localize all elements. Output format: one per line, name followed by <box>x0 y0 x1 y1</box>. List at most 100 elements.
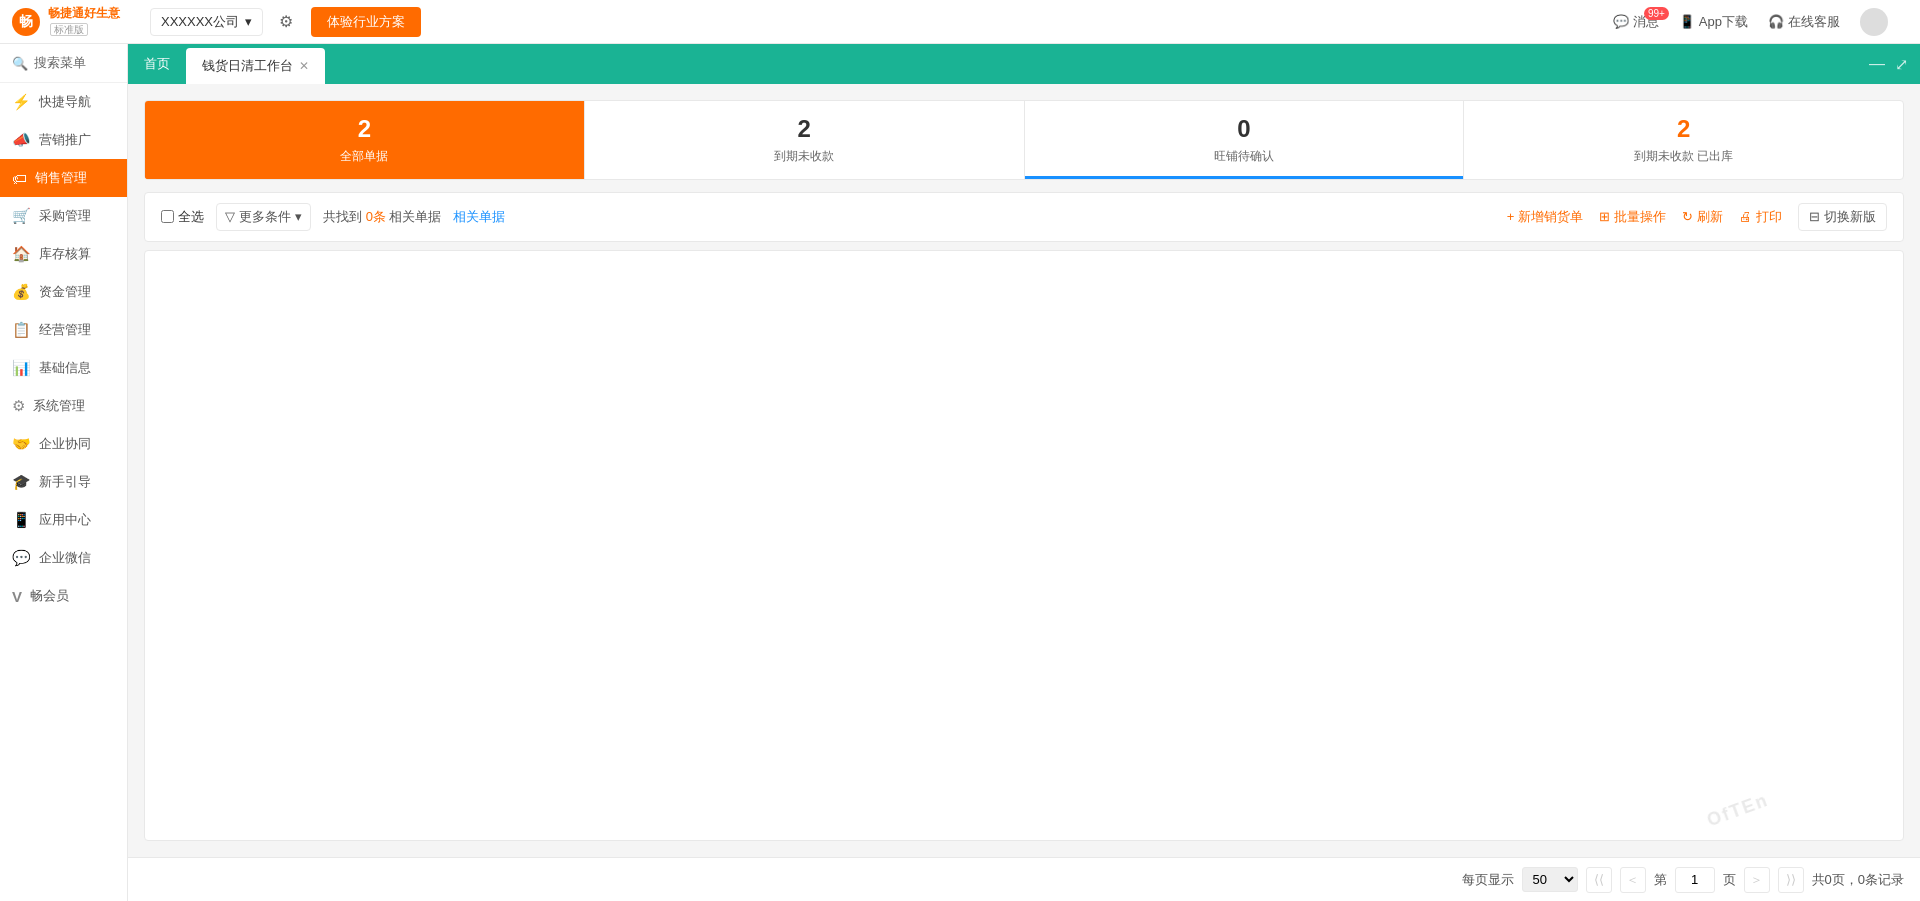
found-count: 0条 <box>366 209 386 224</box>
stat-all-orders[interactable]: 2 全部单据 <box>145 101 585 179</box>
table-area <box>144 250 1904 841</box>
download-icon: 📱 <box>1679 14 1695 29</box>
checkbox-input[interactable] <box>161 210 174 223</box>
operations-icon: 📋 <box>12 321 31 339</box>
minimize-icon[interactable]: — <box>1869 55 1885 73</box>
sidebar-item-quick-nav[interactable]: ⚡ 快捷导航 <box>0 83 127 121</box>
sidebar-item-basic-info[interactable]: 📊 基础信息 <box>0 349 127 387</box>
wechat-icon: 💬 <box>12 549 31 567</box>
add-order-button[interactable]: + 新增销货单 <box>1507 208 1583 226</box>
app-center-icon: 📱 <box>12 511 31 529</box>
funds-icon: 💰 <box>12 283 31 301</box>
next-page-button[interactable]: ＞ <box>1744 867 1770 893</box>
trial-button[interactable]: 体验行业方案 <box>311 7 421 37</box>
chevron-down-icon: ▾ <box>245 14 252 29</box>
prev-page-button[interactable]: ＜ <box>1620 867 1646 893</box>
sidebar-item-sales[interactable]: 🏷 销售管理 <box>0 159 127 197</box>
logo-area: 畅 畅捷通好生意 标准版 <box>12 6 140 38</box>
stat-wangpu-underline <box>1025 176 1464 179</box>
batch-icon: ⊞ <box>1599 209 1610 224</box>
last-page-button[interactable]: ⟩⟩ <box>1778 867 1804 893</box>
first-page-button[interactable]: ⟨⟨ <box>1586 867 1612 893</box>
tab-bar: 首页 钱货日清工作台 ✕ — ⤢ <box>128 44 1920 84</box>
chevron-down-icon: ▾ <box>295 209 302 224</box>
brand-name: 畅捷通好生意 <box>48 6 120 20</box>
inventory-icon: 🏠 <box>12 245 31 263</box>
stat-overdue-shipped-number: 2 <box>1484 115 1883 144</box>
message-icon: 💬 <box>1613 14 1629 29</box>
found-text: 共找到 0条 相关单据 <box>323 208 441 226</box>
stat-overdue-receivable[interactable]: 2 到期未收款 <box>585 101 1025 179</box>
search-icon: 🔍 <box>12 56 28 71</box>
batch-operation-button[interactable]: ⊞ 批量操作 <box>1599 208 1666 226</box>
marketing-icon: 📣 <box>12 131 31 149</box>
enterprise-icon: 🤝 <box>12 435 31 453</box>
sidebar-item-system[interactable]: ⚙ 系统管理 <box>0 387 127 425</box>
select-all-checkbox[interactable]: 全选 <box>161 208 204 226</box>
stat-overdue-shipped-label: 到期未收款 已出库 <box>1484 148 1883 165</box>
messages-button[interactable]: 💬 消息 99+ <box>1613 13 1659 31</box>
sidebar-item-app-center[interactable]: 📱 应用中心 <box>0 501 127 539</box>
stat-overdue-shipped[interactable]: 2 到期未收款 已出库 <box>1464 101 1903 179</box>
filter-icon: ▽ <box>225 209 235 224</box>
sidebar-item-enterprise[interactable]: 🤝 企业协同 <box>0 425 127 463</box>
stat-all-orders-label: 全部单据 <box>165 148 564 165</box>
app-tag: 标准版 <box>50 23 88 36</box>
sidebar-item-marketing[interactable]: 📣 营销推广 <box>0 121 127 159</box>
toolbar: 全选 ▽ 更多条件 ▾ 共找到 0条 相关单据 相关单据 + 新增销货单 <box>144 192 1904 242</box>
sidebar-item-inventory[interactable]: 🏠 库存核算 <box>0 235 127 273</box>
gear-icon: ⚙ <box>279 12 293 31</box>
page-summary: 共0页，0条记录 <box>1812 871 1904 889</box>
purchase-icon: 🛒 <box>12 207 31 225</box>
per-page-select[interactable]: 50 100 200 <box>1522 867 1578 892</box>
settings-button[interactable]: ⚙ <box>271 7 301 37</box>
avatar[interactable] <box>1860 8 1888 36</box>
header-right: 💬 消息 99+ 📱 App下载 🎧 在线客服 <box>1613 8 1908 36</box>
switch-icon: ⊟ <box>1809 209 1820 224</box>
per-page-label: 每页显示 <box>1462 871 1514 889</box>
tab-bar-actions: — ⤢ <box>1869 55 1920 74</box>
tab-cash-daily[interactable]: 钱货日清工作台 ✕ <box>186 48 325 84</box>
filter-button[interactable]: ▽ 更多条件 ▾ <box>216 203 311 231</box>
switch-version-button[interactable]: ⊟ 切换新版 <box>1798 203 1887 231</box>
basic-info-icon: 📊 <box>12 359 31 377</box>
page-input[interactable] <box>1675 867 1715 893</box>
service-icon: 🎧 <box>1768 14 1784 29</box>
main-content: 2 全部单据 2 到期未收款 0 旺铺待确认 2 到期未收款 已出库 <box>128 84 1920 857</box>
refresh-button[interactable]: ↻ 刷新 <box>1682 208 1723 226</box>
messages-badge: 99+ <box>1644 7 1669 20</box>
quick-nav-icon: ⚡ <box>12 93 31 111</box>
online-service-button[interactable]: 🎧 在线客服 <box>1768 13 1840 31</box>
sidebar-item-purchase[interactable]: 🛒 采购管理 <box>0 197 127 235</box>
sidebar-item-wechat[interactable]: 💬 企业微信 <box>0 539 127 577</box>
refresh-icon: ↻ <box>1682 209 1693 224</box>
sidebar-item-vip[interactable]: V 畅会员 <box>0 577 127 615</box>
stat-all-orders-number: 2 <box>165 115 564 144</box>
sidebar-item-funds[interactable]: 💰 资金管理 <box>0 273 127 311</box>
main-layout: 🔍 搜索菜单 ⚡ 快捷导航 📣 营销推广 🏷 销售管理 🛒 采购管理 🏠 库存核… <box>0 44 1920 901</box>
toolbar-right: + 新增销货单 ⊞ 批量操作 ↻ 刷新 🖨 打印 ⊟ <box>1507 203 1887 231</box>
sidebar: 🔍 搜索菜单 ⚡ 快捷导航 📣 营销推广 🏷 销售管理 🛒 采购管理 🏠 库存核… <box>0 44 128 901</box>
stat-all-underline <box>145 176 584 179</box>
related-orders-link[interactable]: 相关单据 <box>453 208 505 226</box>
maximize-icon[interactable]: ⤢ <box>1895 55 1908 74</box>
tab-close-icon[interactable]: ✕ <box>299 59 309 73</box>
print-icon: 🖨 <box>1739 209 1752 224</box>
sidebar-item-newbie[interactable]: 🎓 新手引导 <box>0 463 127 501</box>
top-header: 畅 畅捷通好生意 标准版 XXXXXX公司 ▾ ⚙ 体验行业方案 💬 消息 99… <box>0 0 1920 44</box>
sidebar-search-item[interactable]: 🔍 搜索菜单 <box>0 44 127 83</box>
print-button[interactable]: 🖨 打印 <box>1739 208 1782 226</box>
company-selector[interactable]: XXXXXX公司 ▾ <box>150 8 263 36</box>
vip-icon: V <box>12 588 22 605</box>
system-icon: ⚙ <box>12 397 25 415</box>
stat-wangpu-number: 0 <box>1045 115 1444 144</box>
stat-wangpu-pending[interactable]: 0 旺铺待确认 <box>1025 101 1465 179</box>
sales-icon: 🏷 <box>12 170 27 187</box>
sidebar-item-operations[interactable]: 📋 经营管理 <box>0 311 127 349</box>
content-area: 首页 钱货日清工作台 ✕ — ⤢ 2 全部单据 2 <box>128 44 1920 901</box>
company-name: XXXXXX公司 <box>161 13 239 31</box>
app-download-button[interactable]: 📱 App下载 <box>1679 13 1748 31</box>
tab-home[interactable]: 首页 <box>128 44 186 84</box>
pagination: 每页显示 50 100 200 ⟨⟨ ＜ 第 页 ＞ ⟩⟩ 共0页，0条记录 <box>128 857 1920 901</box>
stats-row: 2 全部单据 2 到期未收款 0 旺铺待确认 2 到期未收款 已出库 <box>144 100 1904 180</box>
